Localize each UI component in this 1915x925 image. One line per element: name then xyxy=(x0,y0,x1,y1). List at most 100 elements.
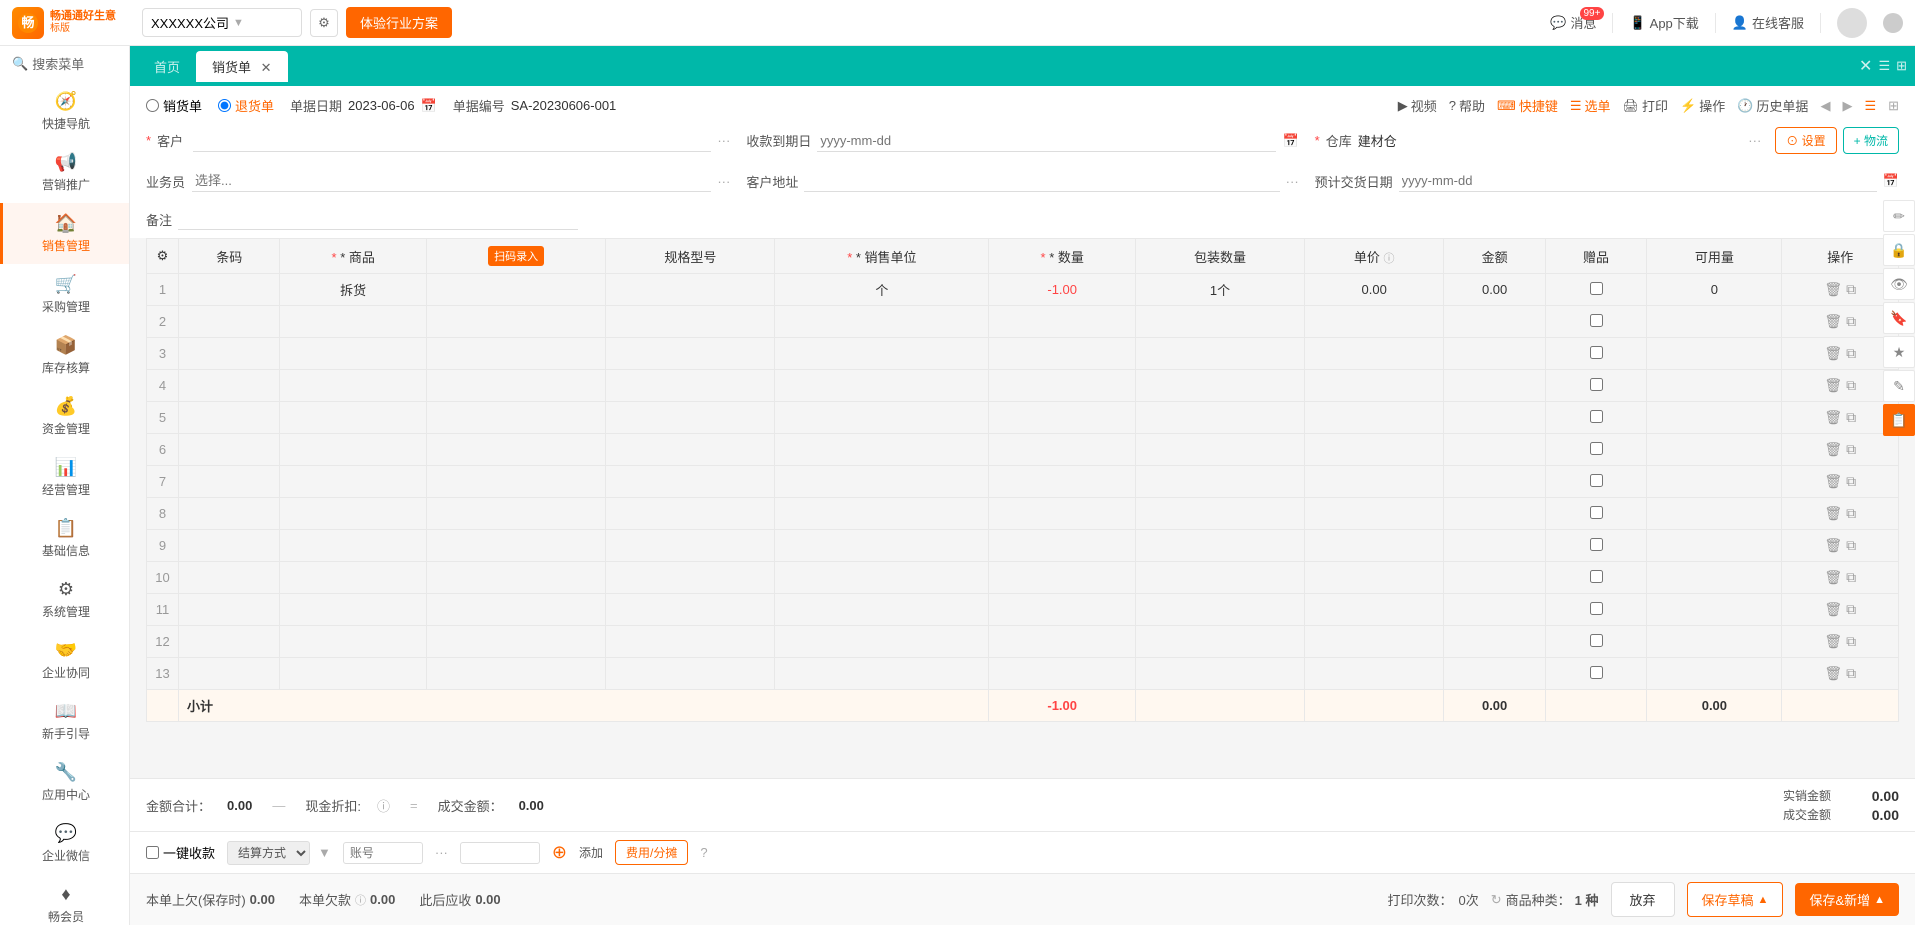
addr-dots[interactable]: ··· xyxy=(1286,174,1299,189)
float-lock-button[interactable]: 🔒 xyxy=(1883,234,1915,266)
row-unit[interactable]: 个 xyxy=(775,274,989,306)
expense-button[interactable]: 费用/分摊 xyxy=(615,840,688,865)
sidebar-item-wechat[interactable]: 💬 企业微信 xyxy=(0,813,129,874)
delete-row-button[interactable]: 🗑 xyxy=(1824,665,1842,682)
copy-row-button[interactable]: ⧉ xyxy=(1846,537,1856,554)
row-quantity[interactable]: -1.00 xyxy=(989,274,1136,306)
sidebar-item-member[interactable]: ♦ 畅会员 xyxy=(0,874,129,925)
message-button[interactable]: 💬 消息 99+ xyxy=(1550,13,1596,32)
settlement-method-select[interactable]: 结算方式 xyxy=(227,841,310,865)
float-eye-button[interactable]: 👁 xyxy=(1883,268,1915,300)
delete-row-button[interactable]: 🗑 xyxy=(1824,345,1842,362)
salesperson-input[interactable] xyxy=(192,170,711,192)
settings-gear-button[interactable]: ⚙ xyxy=(310,9,338,37)
copy-row-button[interactable]: ⧉ xyxy=(1846,569,1856,586)
dots-icon[interactable]: ··· xyxy=(435,845,448,860)
row-spec[interactable] xyxy=(606,274,775,306)
float-edit-button[interactable]: ✏ xyxy=(1883,200,1915,232)
sidebar-search[interactable]: 🔍 搜索菜单 xyxy=(0,46,129,81)
float-pencil-button[interactable]: ✎ xyxy=(1883,370,1915,402)
copy-row-button[interactable]: ⧉ xyxy=(1846,377,1856,394)
sidebar-item-sales[interactable]: 🏠 销售管理 xyxy=(0,203,129,264)
delete-row-button[interactable]: 🗑 xyxy=(1824,473,1842,490)
copy-row-button[interactable]: ⧉ xyxy=(1846,313,1856,330)
copy-row-button[interactable]: ⧉ xyxy=(1846,441,1856,458)
radio-sales[interactable]: 销货单 xyxy=(146,96,202,115)
th-settings[interactable]: ⚙ xyxy=(147,239,179,274)
customer-addr-input[interactable] xyxy=(804,170,1279,192)
calendar-icon[interactable]: 📅 xyxy=(421,98,437,114)
sidebar-item-inventory[interactable]: 📦 库存核算 xyxy=(0,325,129,386)
scan-button[interactable]: 扫码录入 xyxy=(488,246,544,266)
app-download-button[interactable]: 📱 App下载 xyxy=(1629,13,1698,32)
sidebar-item-newbie[interactable]: 📖 新手引导 xyxy=(0,691,129,752)
sidebar-item-purchase[interactable]: 🛒 采购管理 xyxy=(0,264,129,325)
row-amount[interactable]: 0.00 xyxy=(1444,274,1545,306)
sidebar-item-quick-nav[interactable]: 🧭 快捷导航 xyxy=(0,81,129,142)
trial-button[interactable]: 体验行业方案 xyxy=(346,7,452,38)
video-action[interactable]: ▶ 视频 xyxy=(1398,96,1437,115)
float-bookmark-button[interactable]: 🔖 xyxy=(1883,302,1915,334)
expected-date-input[interactable] xyxy=(1399,170,1877,192)
shortcut-action[interactable]: ⌨ 快捷键 xyxy=(1497,96,1558,115)
sidebar-item-finance[interactable]: 💰 资金管理 xyxy=(0,386,129,447)
sidebar-item-base-info[interactable]: 📋 基础信息 xyxy=(0,508,129,569)
online-service-button[interactable]: 👤 在线客服 xyxy=(1732,13,1804,32)
row-barcode[interactable] xyxy=(179,274,280,306)
avatar[interactable] xyxy=(1837,8,1867,38)
logistics-button[interactable]: + 物流 xyxy=(1843,127,1899,154)
payment-amount-input[interactable] xyxy=(460,842,540,864)
tab-close-all-icon[interactable]: ✕ xyxy=(1859,56,1872,76)
copy-row-button[interactable]: ⧉ xyxy=(1846,409,1856,426)
customer-dots[interactable]: ··· xyxy=(717,133,730,148)
help-action[interactable]: ? 帮助 xyxy=(1449,96,1485,115)
warehouse-dots[interactable]: ··· xyxy=(1748,133,1761,148)
tab-layout-icon1[interactable]: ☰ xyxy=(1878,58,1890,74)
tab-sales-order[interactable]: 销货单 ✕ xyxy=(196,51,288,82)
delete-row-button[interactable]: 🗑 xyxy=(1824,409,1842,426)
delete-row-button[interactable]: 🗑 xyxy=(1824,537,1842,554)
prev-icon[interactable]: ◀ xyxy=(1820,98,1830,114)
row-unit-price[interactable]: 0.00 xyxy=(1304,274,1443,306)
copy-row-button[interactable]: ⧉ xyxy=(1846,665,1856,682)
due-date-input[interactable] xyxy=(817,130,1276,152)
sidebar-item-system[interactable]: ⚙ 系统管理 xyxy=(0,569,129,630)
copy-row-button[interactable]: ⧉ xyxy=(1846,505,1856,522)
remarks-input[interactable] xyxy=(178,208,578,230)
save-new-button[interactable]: 保存&新增 ▲ xyxy=(1795,883,1899,916)
float-orange-button[interactable]: 📋 xyxy=(1883,404,1915,436)
delete-row-button[interactable]: 🗑 xyxy=(1824,505,1842,522)
float-star-button[interactable]: ★ xyxy=(1883,336,1915,368)
delete-row-button[interactable]: 🗑 xyxy=(1824,281,1842,298)
salesperson-dots[interactable]: ··· xyxy=(717,174,730,189)
expense-help-icon[interactable]: ? xyxy=(700,845,707,860)
avatar2[interactable] xyxy=(1883,13,1903,33)
sidebar-item-app-center[interactable]: 🔧 应用中心 xyxy=(0,752,129,813)
row-product[interactable]: 拆货 xyxy=(280,274,427,306)
settings-button[interactable]: ⊙ 设置 xyxy=(1775,127,1836,154)
delete-row-button[interactable]: 🗑 xyxy=(1824,633,1842,650)
next-icon[interactable]: ▶ xyxy=(1842,98,1852,114)
sidebar-item-operations[interactable]: 📊 经营管理 xyxy=(0,447,129,508)
row-pkg-qty[interactable]: 1个 xyxy=(1135,274,1304,306)
operation-action[interactable]: ⚡ 操作 xyxy=(1680,96,1725,115)
save-draft-button[interactable]: 保存草稿 ▲ xyxy=(1687,882,1784,917)
tab-home[interactable]: 首页 xyxy=(138,51,196,82)
tab-close-icon[interactable]: ✕ xyxy=(261,60,272,75)
delete-row-button[interactable]: 🗑 xyxy=(1824,601,1842,618)
select-action[interactable]: ☰ 选单 xyxy=(1570,96,1611,115)
price-info-icon[interactable]: ⓘ xyxy=(1384,253,1395,265)
reload-icon[interactable]: ↻ xyxy=(1491,892,1502,908)
debt-help-icon[interactable]: ⓘ xyxy=(355,892,366,908)
customer-input[interactable] xyxy=(193,130,711,152)
history-action[interactable]: 🕐 历史单据 xyxy=(1737,96,1808,115)
list-view-icon[interactable]: ☰ xyxy=(1864,98,1876,114)
print-action[interactable]: 🖨 打印 xyxy=(1623,96,1669,115)
discard-button[interactable]: 放弃 xyxy=(1611,882,1675,917)
copy-row-button[interactable]: ⧉ xyxy=(1846,633,1856,650)
copy-row-button[interactable]: ⧉ xyxy=(1846,601,1856,618)
expected-date-calendar-icon[interactable]: 📅 xyxy=(1883,173,1899,189)
sidebar-item-marketing[interactable]: 📢 营销推广 xyxy=(0,142,129,203)
copy-row-button[interactable]: ⧉ xyxy=(1846,473,1856,490)
tab-layout-icon2[interactable]: ⊞ xyxy=(1896,58,1907,74)
